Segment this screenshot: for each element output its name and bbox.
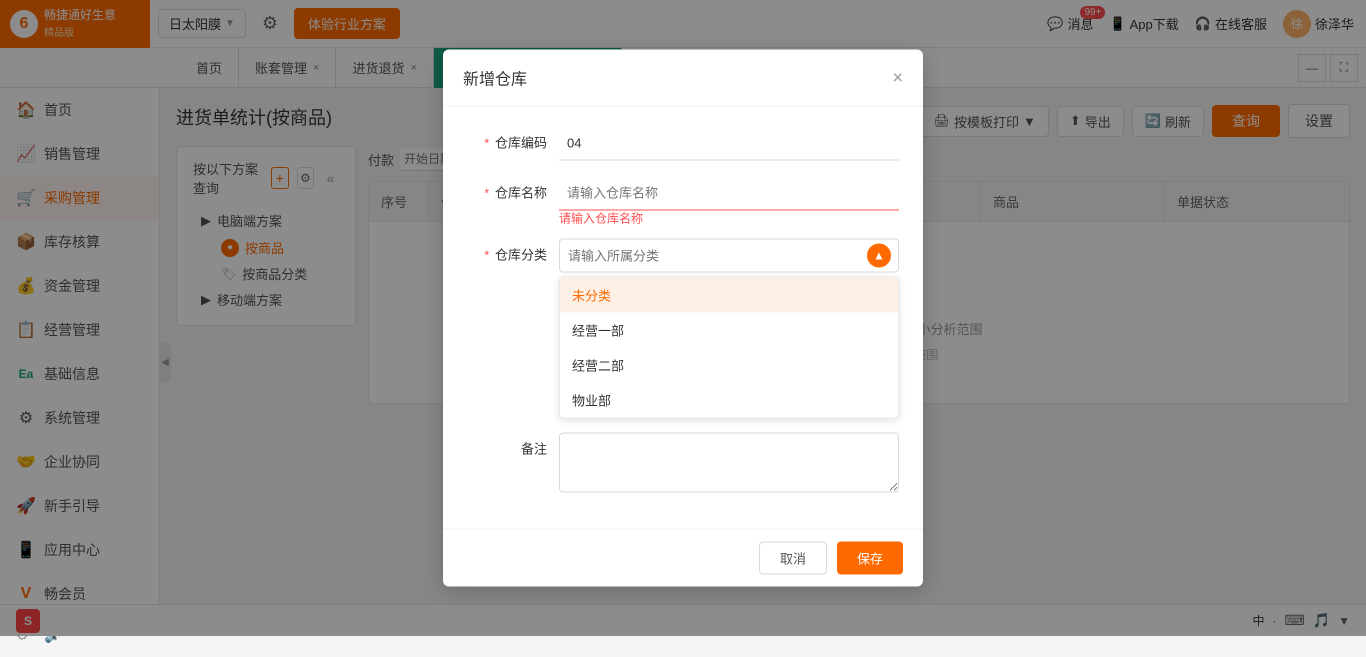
add-warehouse-modal: 新增仓库 × * 仓库编码 * 仓库名称 请输入仓库名称 * 仓库分类 — [443, 50, 923, 587]
category-dropdown-toggle[interactable]: ▲ — [867, 244, 891, 268]
warehouse-notes-input[interactable] — [559, 433, 899, 493]
warehouse-notes-row: 备注 — [467, 433, 899, 493]
category-input[interactable] — [559, 239, 899, 273]
name-label: * 仓库名称 — [467, 177, 547, 202]
modal-header: 新增仓库 × — [443, 50, 923, 107]
name-error-message: 请输入仓库名称 — [559, 210, 643, 227]
notes-label: 备注 — [467, 433, 547, 458]
modal-close-button[interactable]: × — [892, 69, 903, 87]
dropdown-item-uncategorized[interactable]: 未分类 — [560, 278, 898, 313]
warehouse-name-input[interactable] — [559, 177, 899, 211]
warehouse-code-input[interactable] — [559, 127, 899, 161]
category-select-wrap: ▲ 未分类 经营一部 经营二部 物业部 — [559, 239, 899, 273]
dropdown-item-property[interactable]: 物业部 — [560, 383, 898, 418]
dropdown-item-ops2[interactable]: 经营二部 — [560, 348, 898, 383]
warehouse-code-row: * 仓库编码 — [467, 127, 899, 161]
code-label: * 仓库编码 — [467, 127, 547, 152]
cancel-button[interactable]: 取消 — [759, 542, 827, 575]
warehouse-name-row: * 仓库名称 请输入仓库名称 — [467, 177, 899, 211]
warehouse-category-row: * 仓库分类 ▲ 未分类 经营一部 经营二部 物业部 — [467, 239, 899, 273]
modal-title: 新增仓库 — [463, 66, 527, 90]
modal-footer: 取消 保存 — [443, 529, 923, 587]
save-button[interactable]: 保存 — [837, 542, 903, 575]
modal-body: * 仓库编码 * 仓库名称 请输入仓库名称 * 仓库分类 ▲ — [443, 107, 923, 529]
category-dropdown: 未分类 经营一部 经营二部 物业部 — [559, 277, 899, 419]
dropdown-item-ops1[interactable]: 经营一部 — [560, 313, 898, 348]
category-label: * 仓库分类 — [467, 239, 547, 264]
